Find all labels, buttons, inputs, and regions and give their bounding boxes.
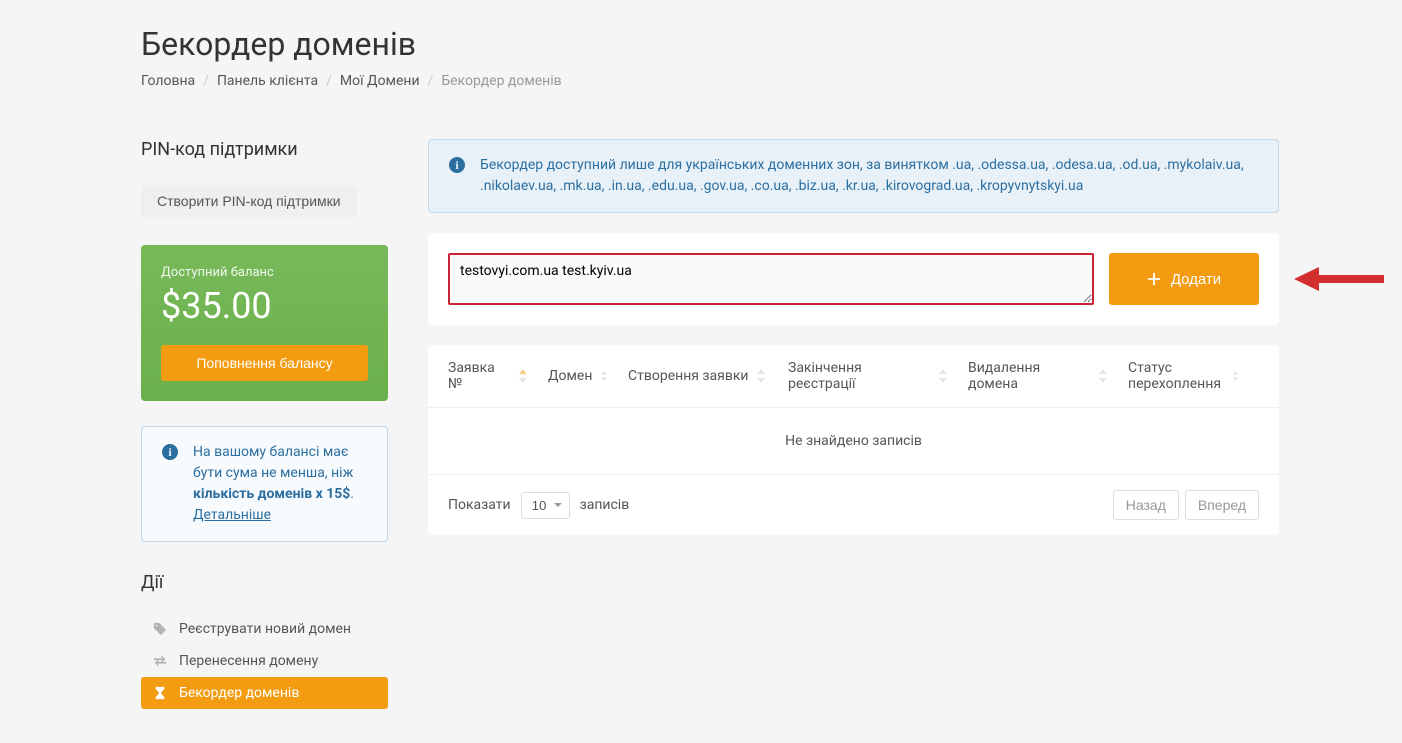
sort-icon: [1232, 369, 1239, 383]
transfer-icon: [153, 654, 167, 668]
empty-state: Не знайдено записів: [428, 408, 1279, 475]
balance-details-link[interactable]: Детальніше: [193, 507, 271, 523]
breadcrumb-home[interactable]: Головна: [141, 73, 195, 89]
sort-icon: [756, 369, 766, 383]
show-label: Показати: [448, 497, 511, 513]
breadcrumb-domains[interactable]: Мої Домени: [340, 73, 420, 89]
th-expiry[interactable]: Закінчення реєстрації: [788, 360, 968, 392]
arrow-annotation: [1289, 259, 1389, 299]
tag-icon: [153, 622, 167, 636]
breadcrumb-panel[interactable]: Панель клієнта: [217, 73, 318, 89]
th-created[interactable]: Створення заявки: [628, 360, 788, 392]
actions-title: Дії: [141, 572, 388, 593]
create-pin-button[interactable]: Створити PIN-код підтримки: [141, 185, 357, 217]
hourglass-icon: [153, 686, 167, 700]
action-backorder[interactable]: Бекордер доменів: [141, 677, 388, 709]
sort-icon: [600, 369, 608, 383]
sort-icon: [518, 369, 528, 383]
balance-amount: $35.00: [161, 285, 368, 327]
th-request-no[interactable]: Заявка №: [448, 360, 548, 392]
domain-input[interactable]: testovyi.com.ua test.kyiv.ua: [448, 253, 1094, 305]
info-icon: i: [162, 444, 178, 460]
balance-alert: i На вашому балансі має бути сума не мен…: [141, 426, 388, 542]
breadcrumb: Головна Панель клієнта Мої Домени Бекорд…: [141, 73, 1261, 89]
entries-label: записів: [580, 497, 630, 513]
page-size-select[interactable]: 10: [521, 492, 570, 519]
sort-icon: [1098, 369, 1108, 383]
balance-card: Доступний баланс $35.00 Поповнення балан…: [141, 245, 388, 401]
action-transfer-domain[interactable]: Перенесення домену: [141, 645, 388, 677]
th-domain[interactable]: Домен: [548, 360, 628, 392]
pin-section-title: PIN-код підтримки: [141, 139, 388, 160]
action-register-domain[interactable]: Реєструвати новий домен: [141, 613, 388, 645]
topup-button[interactable]: Поповнення балансу: [161, 345, 368, 381]
prev-button[interactable]: Назад: [1113, 490, 1179, 520]
sort-icon: [938, 369, 948, 383]
balance-label: Доступний баланс: [161, 265, 368, 280]
add-button[interactable]: Додати: [1109, 253, 1259, 305]
zone-alert: i Бекордер доступний лише для українськи…: [428, 139, 1279, 213]
next-button[interactable]: Вперед: [1185, 490, 1259, 520]
plus-icon: [1147, 272, 1161, 286]
breadcrumb-current: Бекордер доменів: [441, 73, 561, 89]
backorder-table: Заявка № Домен Створ: [428, 345, 1279, 535]
info-icon: i: [449, 157, 465, 173]
page-title: Бекордер доменів: [141, 25, 1261, 63]
th-deletion[interactable]: Видалення домена: [968, 360, 1128, 392]
th-status[interactable]: Статус перехоплення: [1128, 360, 1259, 392]
